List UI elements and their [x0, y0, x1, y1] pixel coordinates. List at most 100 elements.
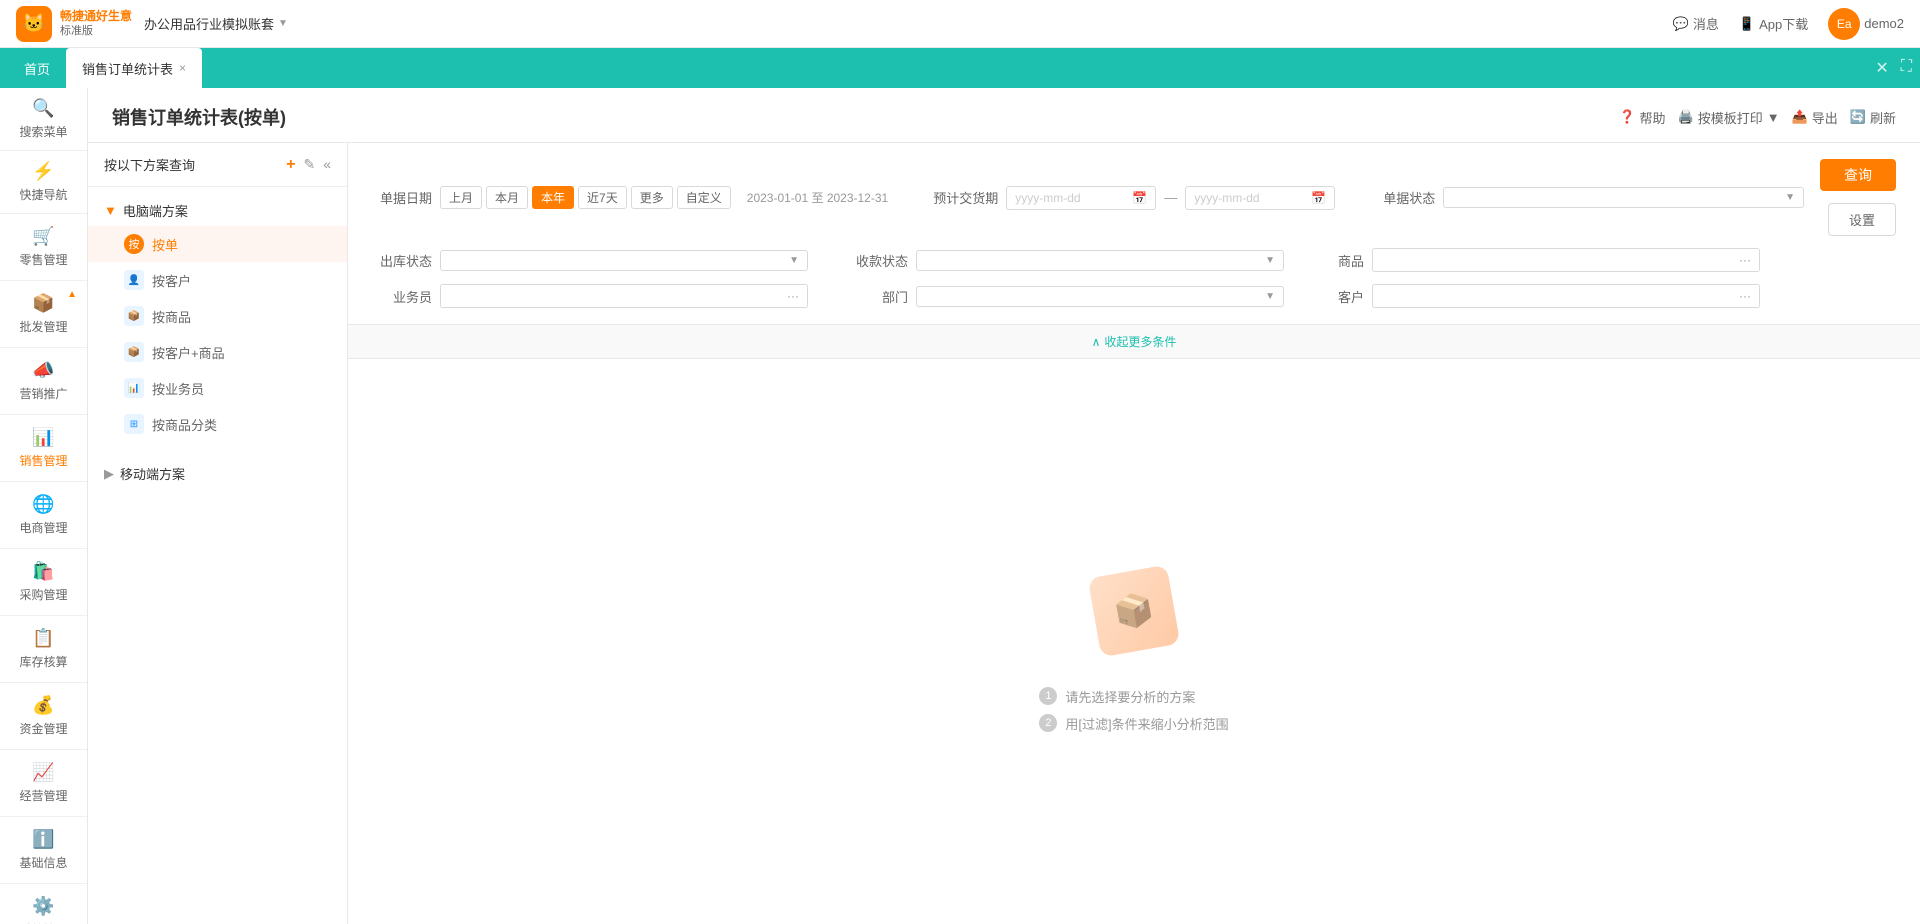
- retail-icon: 🛒: [32, 226, 54, 247]
- expected-date-label: 预计交货期: [928, 188, 998, 207]
- sidebar-item-marketing[interactable]: 📣 营销推广: [0, 348, 87, 415]
- help-button[interactable]: ❓ 帮助: [1619, 108, 1665, 127]
- sidebar-item-finance[interactable]: 💰 资金管理: [0, 683, 87, 750]
- expected-date-start-input[interactable]: yyyy-mm-dd 📅: [1006, 186, 1156, 210]
- refresh-icon: 🔄: [1850, 109, 1866, 125]
- bill-status-chevron-icon: ▼: [1785, 192, 1795, 203]
- payment-status-label: 收款状态: [848, 251, 908, 270]
- inventory-icon: 📋: [32, 628, 54, 649]
- date-btn-more[interactable]: 更多: [631, 186, 673, 209]
- scheme-item-按客户商品[interactable]: 📦 按客户+商品: [88, 334, 347, 370]
- collapse-panel-button[interactable]: «: [323, 156, 331, 174]
- department-label: 部门: [848, 287, 908, 306]
- sidebar-item-operation[interactable]: 📈 经营管理: [0, 750, 87, 817]
- goods-more-icon[interactable]: ···: [1739, 253, 1751, 267]
- ecommerce-icon: 🌐: [32, 494, 54, 515]
- sidebar-item-search[interactable]: 🔍 搜索菜单: [0, 88, 87, 151]
- download-icon: 📱: [1739, 16, 1755, 32]
- scheme-icon-按商品: 📦: [124, 306, 144, 326]
- sidebar-item-ecommerce[interactable]: 🌐 电商管理: [0, 482, 87, 549]
- add-scheme-button[interactable]: +: [286, 156, 295, 174]
- step-1-badge: 1: [1039, 687, 1057, 705]
- print-button[interactable]: 🖨️ 按模板打印 ▼: [1678, 108, 1780, 127]
- empty-illustration: 📦: [1074, 551, 1194, 671]
- scheme-item-按商品[interactable]: 📦 按商品: [88, 298, 347, 334]
- sidebar-item-inventory[interactable]: 📋 库存核算: [0, 616, 87, 683]
- empty-state: 📦 1 请先选择要分析的方案 2 用[过滤]条件来缩小分析范围: [348, 359, 1920, 924]
- delivery-status-section: 出库状态 ▼: [372, 250, 808, 271]
- edit-scheme-button[interactable]: ✎: [303, 156, 315, 174]
- sidebar-item-purchase[interactable]: 🛍️ 采购管理: [0, 549, 87, 616]
- main-layout: 🔍 搜索菜单 ⚡ 快捷导航 🛒 零售管理 📦 批发管理 ▲ 📣 营销推广 📊 销…: [0, 88, 1920, 924]
- bill-status-section: 单据状态 ▼: [1375, 187, 1804, 208]
- tabbar: 首页 销售订单统计表 × ✕ ⛶: [0, 48, 1920, 88]
- date-btn-last-month[interactable]: 上月: [440, 186, 482, 209]
- date-btn-custom[interactable]: 自定义: [677, 186, 731, 209]
- date-separator: —: [1164, 190, 1177, 205]
- desktop-group-toggle[interactable]: ▼ 电脑端方案: [88, 195, 347, 226]
- window-maximize-button[interactable]: ⛶: [1901, 58, 1912, 78]
- date-label: 单据日期: [372, 188, 432, 207]
- collapse-bar[interactable]: ∧ 收起更多条件: [348, 325, 1920, 359]
- payment-status-select[interactable]: ▼: [916, 250, 1284, 271]
- date-btn-this-year[interactable]: 本年: [532, 186, 574, 209]
- department-select[interactable]: ▼: [916, 286, 1284, 307]
- scheme-item-按商品分类[interactable]: ⊞ 按商品分类: [88, 406, 347, 442]
- app-title[interactable]: 办公用品行业模拟账套 ▼: [144, 14, 288, 33]
- window-close-button[interactable]: ✕: [1875, 58, 1888, 78]
- user-menu[interactable]: Ea demo2: [1828, 8, 1904, 40]
- calendar-icon: 📅: [1132, 191, 1147, 205]
- scheme-item-按客户[interactable]: 👤 按客户: [88, 262, 347, 298]
- salesperson-select[interactable]: ···: [440, 284, 808, 308]
- refresh-button[interactable]: 🔄 刷新: [1850, 108, 1896, 127]
- sidebar-item-wholesale[interactable]: 📦 批发管理 ▲: [0, 281, 87, 348]
- date-shortcuts: 上月 本月 本年 近7天 更多 自定义: [440, 186, 731, 209]
- customer-select[interactable]: ···: [1372, 284, 1760, 308]
- content-area: 销售订单统计表(按单) ❓ 帮助 🖨️ 按模板打印 ▼ 📤 导出 🔄 刷新: [88, 88, 1920, 924]
- scheme-item-按单[interactable]: 按 按单: [88, 226, 347, 262]
- scheme-item-按业务员[interactable]: 📊 按业务员: [88, 370, 347, 406]
- delivery-status-select[interactable]: ▼: [440, 250, 808, 271]
- customer-section: 客户 ···: [1324, 284, 1760, 308]
- purchase-icon: 🛍️: [32, 561, 54, 582]
- bill-status-label: 单据状态: [1375, 188, 1435, 207]
- salesperson-more-icon[interactable]: ···: [787, 289, 799, 303]
- topbar-right: 💬 消息 📱 App下载 Ea demo2: [1673, 8, 1904, 40]
- export-button[interactable]: 📤 导出: [1792, 108, 1838, 127]
- page-actions: ❓ 帮助 🖨️ 按模板打印 ▼ 📤 导出 🔄 刷新: [1619, 108, 1896, 139]
- avatar: Ea: [1828, 8, 1860, 40]
- filter-row-3: 业务员 ··· 部门 ▼: [372, 284, 1896, 308]
- mobile-group-toggle[interactable]: ▶ 移动端方案: [88, 458, 347, 489]
- tab-close-button[interactable]: ×: [179, 61, 186, 75]
- date-btn-7days[interactable]: 近7天: [578, 186, 627, 209]
- sidebar-item-retail[interactable]: 🛒 零售管理: [0, 214, 87, 281]
- filter-area: 单据日期 上月 本月 本年 近7天 更多 自定义 2023-01-01 至 20…: [348, 143, 1920, 325]
- finance-icon: 💰: [32, 695, 54, 716]
- tab-home[interactable]: 首页: [8, 48, 66, 88]
- window-controls: ✕ ⛶: [1875, 58, 1912, 78]
- expected-date-end-input[interactable]: yyyy-mm-dd 📅: [1185, 186, 1335, 210]
- action-buttons-col: 查询 设置: [1820, 159, 1896, 236]
- sidebar-item-sales[interactable]: 📊 销售管理: [0, 415, 87, 482]
- customer-more-icon[interactable]: ···: [1739, 289, 1751, 303]
- tab-sales-order-stats[interactable]: 销售订单统计表 ×: [66, 48, 202, 88]
- set-button[interactable]: 设置: [1828, 203, 1896, 236]
- bill-status-select[interactable]: ▼: [1443, 187, 1804, 208]
- goods-select[interactable]: ···: [1372, 248, 1760, 272]
- scheme-icon-按业务员: 📊: [124, 378, 144, 398]
- inner-layout: 按以下方案查询 + ✎ « ▼ 电脑端方案 按 按单: [88, 143, 1920, 924]
- topbar: 🐱 畅捷通好生意 标准版 办公用品行业模拟账套 ▼ 💬 消息 📱 App下载 E…: [0, 0, 1920, 48]
- logo-text: 畅捷通好生意 标准版: [60, 9, 132, 39]
- sidebar-item-basic[interactable]: ℹ️ 基础信息: [0, 817, 87, 884]
- marketing-icon: 📣: [32, 360, 54, 381]
- message-icon: 💬: [1673, 16, 1689, 32]
- empty-text: 1 请先选择要分析的方案 2 用[过滤]条件来缩小分析范围: [1039, 687, 1228, 733]
- date-btn-this-month[interactable]: 本月: [486, 186, 528, 209]
- message-button[interactable]: 💬 消息: [1673, 14, 1719, 33]
- sidebar-item-quick[interactable]: ⚡ 快捷导航: [0, 151, 87, 214]
- quick-icon: ⚡: [32, 161, 54, 182]
- app-download-button[interactable]: 📱 App下载: [1739, 14, 1808, 33]
- sidebar-item-system[interactable]: ⚙️ 系统管理: [0, 884, 87, 924]
- query-button[interactable]: 查询: [1820, 159, 1896, 191]
- print-chevron-icon: ▼: [1767, 110, 1780, 125]
